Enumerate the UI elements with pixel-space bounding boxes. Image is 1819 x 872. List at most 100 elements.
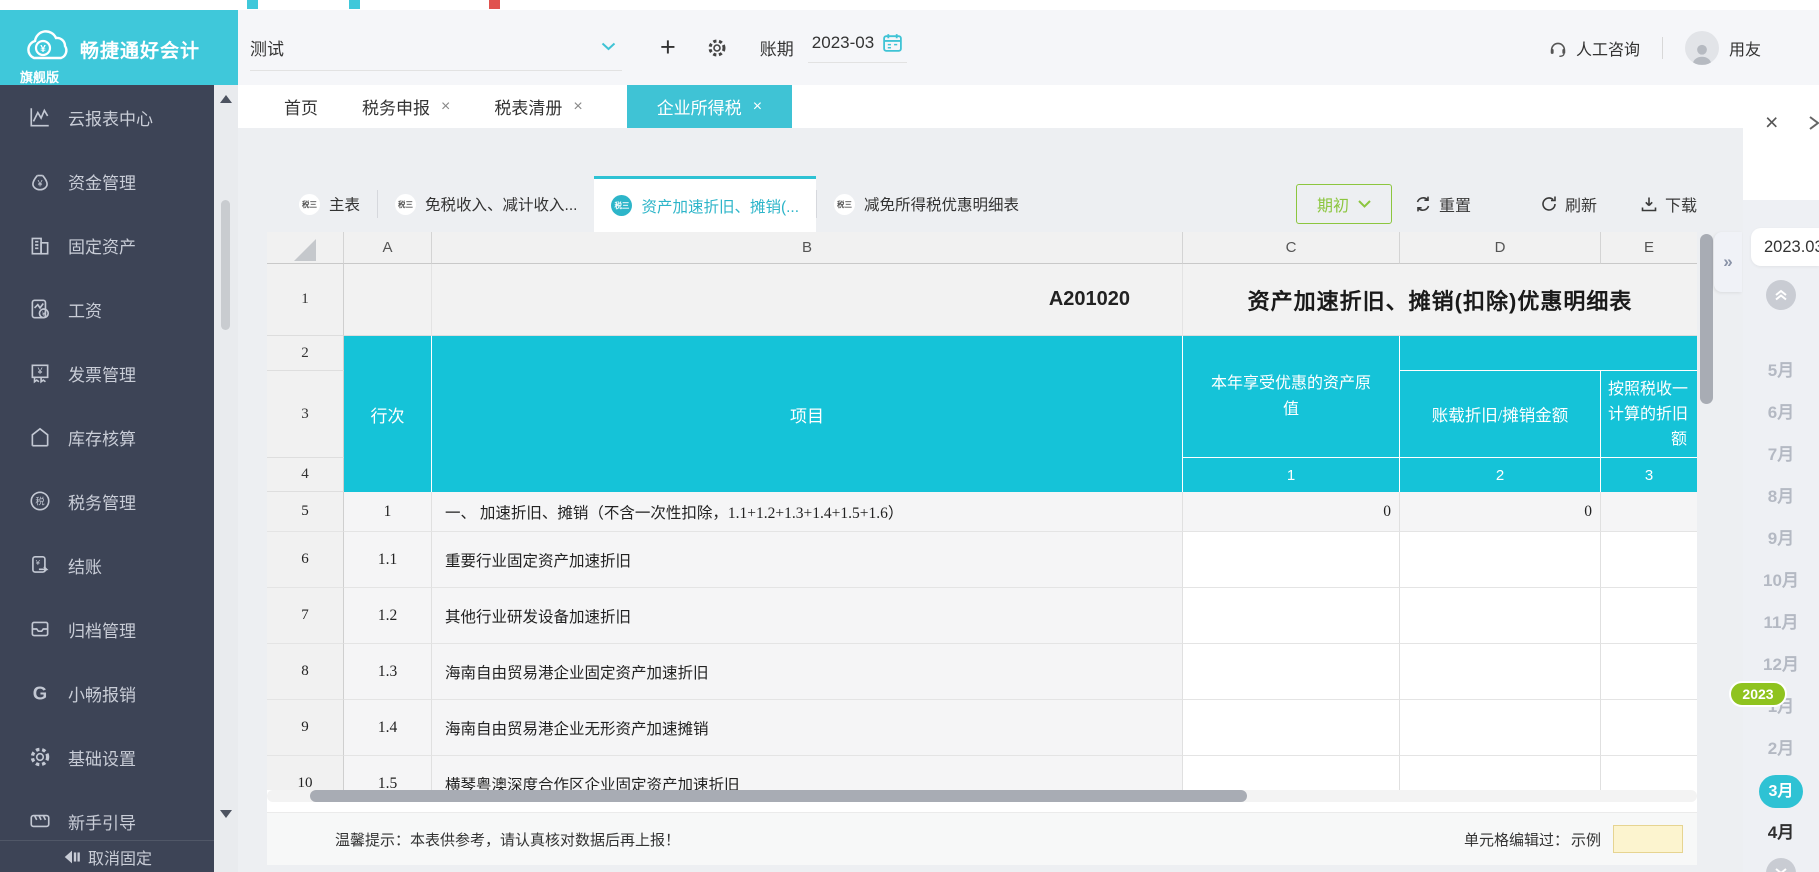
cell-value[interactable] [1183,700,1400,756]
cell-value[interactable] [1601,700,1697,756]
cell-value[interactable] [1601,588,1697,644]
column-header-a[interactable]: A [344,232,432,264]
scroll-down-arrow[interactable] [220,810,232,818]
month-mar-active[interactable]: 3月 [1743,770,1819,812]
close-icon[interactable]: × [753,98,762,116]
expand-panel-button[interactable]: » [1714,232,1742,292]
subtab-accelerated-depreciation[interactable]: 税三 资产加速折旧、摊销(... [594,176,817,232]
sidebar-scroll-thumb[interactable] [221,200,230,330]
user-name[interactable]: 用友 [1729,36,1761,60]
cell-value[interactable] [1183,532,1400,588]
month-may[interactable]: 5月 [1743,350,1819,392]
row-number[interactable]: 9 [267,700,344,756]
sidebar-item-archive[interactable]: 归档管理 [0,597,214,661]
column-header-d[interactable]: D [1400,232,1601,264]
sidebar-item-salary[interactable]: ¥ 工资 [0,277,214,341]
month-sep[interactable]: 9月 [1743,518,1819,560]
reset-cycle-icon [1416,196,1430,212]
cell-value[interactable]: 0 [1400,492,1601,532]
table-row: 5 1 一、 加速折旧、摊销（不含一次性扣除，1.1+1.2+1.3+1.4+1… [267,492,1697,532]
row-number[interactable]: 8 [267,644,344,700]
sidebar-item-guide-clipped[interactable]: 新手引导 [0,789,214,840]
select-all-corner[interactable] [267,232,344,264]
chart-icon [28,105,52,129]
subtab-exempt-income[interactable]: 税三 免税收入、减计收入... [378,176,594,232]
sidebar-item-reimburse[interactable]: G 小畅报销 [0,661,214,725]
month-jun[interactable]: 6月 [1743,392,1819,434]
close-icon[interactable]: × [1765,111,1778,134]
cell-value[interactable] [1400,644,1601,700]
opening-period-button[interactable]: 期初 [1296,184,1392,224]
sidebar-item-tax[interactable]: 税 税务管理 [0,469,214,533]
reset-button[interactable]: 重置 [1414,184,1471,224]
month-aug[interactable]: 8月 [1743,476,1819,518]
support-link[interactable]: 人工咨询 [1548,36,1640,60]
tab-home[interactable]: 首页 [284,85,318,128]
cell-value[interactable] [1400,532,1601,588]
subtab-tax-reduction[interactable]: 税三 减免所得税优惠明细表 [817,176,1036,232]
cell-value[interactable] [1400,756,1601,790]
vertical-scroll-thumb[interactable] [1700,234,1713,404]
account-selector[interactable]: 测试 [250,25,622,71]
sidebar-item-inventory[interactable]: 库存核算 [0,405,214,469]
month-feb[interactable]: 2月 [1743,728,1819,770]
row-number[interactable]: 4 [267,458,344,492]
download-button[interactable]: 下载 [1640,184,1697,224]
month-nov[interactable]: 11月 [1743,602,1819,644]
row-number[interactable]: 3 [267,371,344,458]
period-picker[interactable]: 2023-03 [807,32,908,63]
month-dec[interactable]: 12月 [1743,644,1819,686]
cell-value[interactable] [1601,644,1697,700]
cell-value[interactable] [1183,644,1400,700]
sidebar-item-settings[interactable]: 基础设置 [0,725,214,789]
cell-value[interactable] [1601,492,1697,532]
form-code[interactable]: A201020 [432,264,1183,336]
row-number[interactable]: 5 [267,492,344,532]
current-period-pill[interactable]: 2023.03 [1751,228,1819,266]
column-header-e[interactable]: E [1601,232,1697,264]
chevron-right-icon[interactable] [1807,115,1819,136]
cell-value[interactable]: 0 [1183,492,1400,532]
row-number[interactable]: 2 [267,336,344,371]
tab-tax-register[interactable]: 税表清册 × [494,85,582,128]
cell-value[interactable] [1400,700,1601,756]
unpin-sidebar-button[interactable]: 取消固定 [0,840,214,872]
settings-gear-icon[interactable] [706,37,728,59]
sidebar-item-fixed-assets[interactable]: 固定资产 [0,213,214,277]
sidebar: 云报表中心 ¥ 资金管理 固定资产 ¥ 工资 ¥ 发票管理 库存核算 税 税务管… [0,85,214,840]
subtab-main-table[interactable]: 税三 主表 [282,176,377,232]
close-icon[interactable]: × [441,98,450,116]
month-panel-top: × [1743,85,1819,200]
sidebar-item-funds[interactable]: ¥ 资金管理 [0,149,214,213]
horizontal-scroll-thumb[interactable] [310,790,1247,802]
sidebar-item-closing[interactable]: ¥ 结账 [0,533,214,597]
row-number[interactable]: 7 [267,588,344,644]
scroll-up-arrow[interactable] [220,95,232,103]
scroll-months-up-button[interactable] [1766,280,1796,310]
cell-value[interactable] [1183,588,1400,644]
tab-tax-filing[interactable]: 税务申报 × [362,85,450,128]
month-apr[interactable]: 4月 [1743,812,1819,854]
sidebar-item-cloud-reports[interactable]: 云报表中心 [0,85,214,149]
cell-value[interactable] [1601,532,1697,588]
avatar[interactable] [1684,30,1719,65]
table-body: 5 1 一、 加速折旧、摊销（不含一次性扣除，1.1+1.2+1.3+1.4+1… [267,492,1697,790]
month-jul[interactable]: 7月 [1743,434,1819,476]
row-number[interactable]: 6 [267,532,344,588]
cell-value[interactable] [1183,756,1400,790]
month-oct[interactable]: 10月 [1743,560,1819,602]
close-icon[interactable]: × [573,98,582,116]
tab-corporate-income-tax[interactable]: 企业所得税 × [626,85,793,128]
column-header-b[interactable]: B [432,232,1183,264]
cell-value[interactable] [1601,756,1697,790]
row-number[interactable]: 1 [267,264,344,336]
sidebar-item-invoices[interactable]: ¥ 发票管理 [0,341,214,405]
cell-a1[interactable] [344,264,432,336]
app-logo[interactable]: ¥ 畅捷通好会计 旗舰版 [0,10,238,85]
cell-value[interactable] [1400,588,1601,644]
column-header-c[interactable]: C [1183,232,1400,264]
row-number[interactable]: 10 [267,756,344,790]
add-account-button[interactable]: + [660,34,676,61]
refresh-button[interactable]: 刷新 [1540,184,1597,224]
divider [1661,36,1663,59]
